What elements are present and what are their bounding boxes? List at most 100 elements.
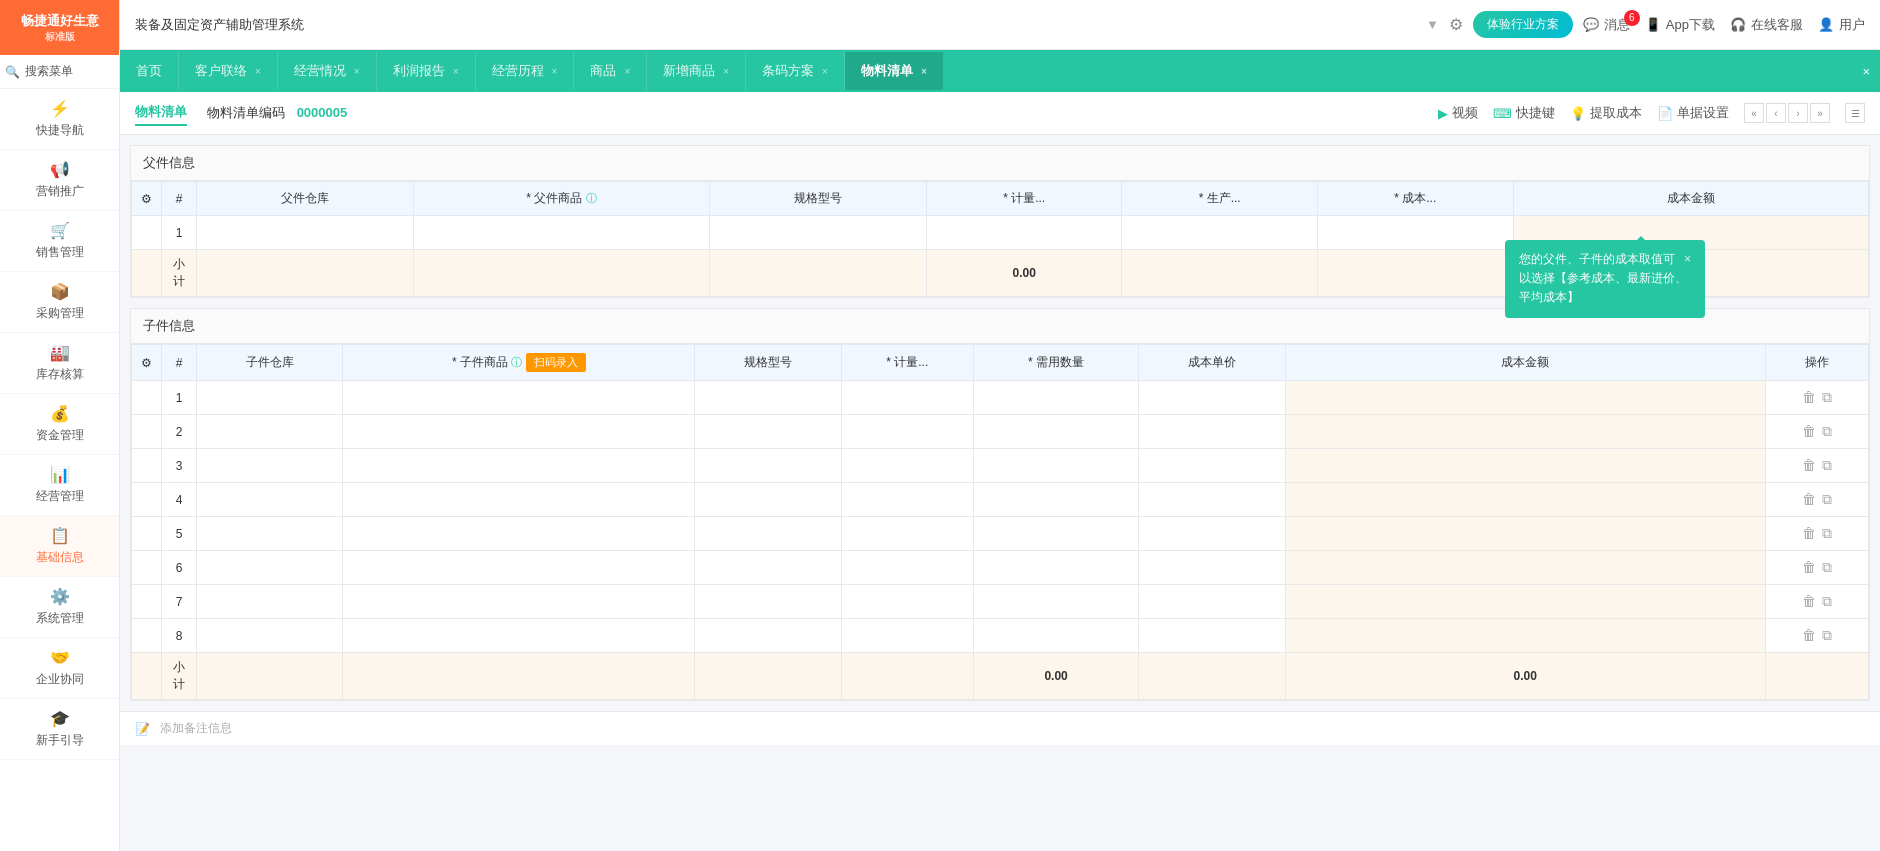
- tab-profit-close[interactable]: ×: [453, 66, 459, 77]
- child-row-unit-1[interactable]: [841, 415, 973, 449]
- message-group[interactable]: 💬 6 消息: [1583, 16, 1630, 34]
- child-row-warehouse-0[interactable]: [197, 381, 343, 415]
- delete-icon-2[interactable]: 🗑: [1802, 457, 1816, 474]
- parent-row-production[interactable]: [1122, 216, 1318, 250]
- nav-prev-prev[interactable]: «: [1744, 103, 1764, 123]
- copy-icon-5[interactable]: ⧉: [1822, 559, 1832, 576]
- child-row-unit-7[interactable]: [841, 619, 973, 653]
- parent-row-unit[interactable]: [926, 216, 1122, 250]
- tab-bom[interactable]: 物料清单 ×: [845, 52, 944, 90]
- tab-operations-close[interactable]: ×: [354, 66, 360, 77]
- delete-icon-1[interactable]: 🗑: [1802, 423, 1816, 440]
- child-row-qty-4[interactable]: [973, 517, 1139, 551]
- child-row-unit-2[interactable]: [841, 449, 973, 483]
- delete-icon-0[interactable]: 🗑: [1802, 389, 1816, 406]
- tab-customer[interactable]: 客户联络 ×: [179, 52, 278, 90]
- tab-close-all[interactable]: ×: [1852, 64, 1880, 79]
- tab-new-goods[interactable]: 新增商品 ×: [647, 52, 746, 90]
- tab-operations[interactable]: 经营情况 ×: [278, 52, 377, 90]
- sidebar-item-basic-info[interactable]: 📋 基础信息: [0, 516, 119, 577]
- tab-home[interactable]: 首页: [120, 52, 179, 90]
- child-row-goods-6[interactable]: [343, 585, 695, 619]
- child-row-spec-4[interactable]: [695, 517, 841, 551]
- delete-icon-3[interactable]: 🗑: [1802, 491, 1816, 508]
- child-row-unit-3[interactable]: [841, 483, 973, 517]
- delete-icon-6[interactable]: 🗑: [1802, 593, 1816, 610]
- child-row-qty-0[interactable]: [973, 381, 1139, 415]
- child-row-spec-1[interactable]: [695, 415, 841, 449]
- tab-goods-close[interactable]: ×: [624, 66, 630, 77]
- child-row-warehouse-5[interactable]: [197, 551, 343, 585]
- delete-icon-5[interactable]: 🗑: [1802, 559, 1816, 576]
- child-row-qty-3[interactable]: [973, 483, 1139, 517]
- tab-profit[interactable]: 利润报告 ×: [377, 52, 476, 90]
- parent-row-goods[interactable]: [413, 216, 709, 250]
- copy-icon-1[interactable]: ⧉: [1822, 423, 1832, 440]
- sidebar-item-finance[interactable]: 💰 资金管理: [0, 394, 119, 455]
- view-video-btn[interactable]: ▶ 视频: [1438, 104, 1478, 122]
- child-row-qty-7[interactable]: [973, 619, 1139, 653]
- child-row-warehouse-3[interactable]: [197, 483, 343, 517]
- bottom-note[interactable]: 添加备注信息: [160, 720, 232, 737]
- tab-goods[interactable]: 商品 ×: [574, 52, 647, 90]
- child-row-goods-3[interactable]: [343, 483, 695, 517]
- copy-icon-3[interactable]: ⧉: [1822, 491, 1832, 508]
- copy-icon-6[interactable]: ⧉: [1822, 593, 1832, 610]
- child-row-warehouse-4[interactable]: [197, 517, 343, 551]
- tab-barcode[interactable]: 条码方案 ×: [746, 52, 845, 90]
- parent-row-warehouse[interactable]: [197, 216, 414, 250]
- tab-barcode-close[interactable]: ×: [822, 66, 828, 77]
- child-row-spec-6[interactable]: [695, 585, 841, 619]
- child-row-spec-2[interactable]: [695, 449, 841, 483]
- delete-icon-7[interactable]: 🗑: [1802, 627, 1816, 644]
- sidebar-item-purchase[interactable]: 📦 采购管理: [0, 272, 119, 333]
- tab-customer-close[interactable]: ×: [255, 66, 261, 77]
- child-row-spec-0[interactable]: [695, 381, 841, 415]
- child-row-warehouse-1[interactable]: [197, 415, 343, 449]
- sidebar-item-inventory[interactable]: 🏭 库存核算: [0, 333, 119, 394]
- child-row-unit-0[interactable]: [841, 381, 973, 415]
- child-row-spec-7[interactable]: [695, 619, 841, 653]
- child-row-goods-1[interactable]: [343, 415, 695, 449]
- child-row-goods-0[interactable]: [343, 381, 695, 415]
- child-row-warehouse-6[interactable]: [197, 585, 343, 619]
- child-row-qty-2[interactable]: [973, 449, 1139, 483]
- child-row-spec-3[interactable]: [695, 483, 841, 517]
- nav-next-next[interactable]: »: [1810, 103, 1830, 123]
- shortcut-btn[interactable]: ⌨ 快捷键: [1493, 104, 1555, 122]
- nav-next[interactable]: ›: [1788, 103, 1808, 123]
- child-row-warehouse-2[interactable]: [197, 449, 343, 483]
- app-download-group[interactable]: 📱 App下载: [1645, 16, 1715, 34]
- sidebar-item-system[interactable]: ⚙️ 系统管理: [0, 577, 119, 638]
- sidebar-item-sales[interactable]: 🛒 销售管理: [0, 211, 119, 272]
- sidebar-item-guide[interactable]: 🎓 新手引导: [0, 699, 119, 760]
- sidebar-item-marketing[interactable]: 📢 营销推广: [0, 150, 119, 211]
- child-row-qty-5[interactable]: [973, 551, 1139, 585]
- child-row-goods-5[interactable]: [343, 551, 695, 585]
- online-service-group[interactable]: 🎧 在线客服: [1730, 16, 1803, 34]
- tab-bom-close[interactable]: ×: [921, 66, 927, 77]
- delete-icon-4[interactable]: 🗑: [1802, 525, 1816, 542]
- parent-row-spec[interactable]: [710, 216, 927, 250]
- tooltip-close-btn[interactable]: ×: [1684, 250, 1691, 269]
- child-row-goods-4[interactable]: [343, 517, 695, 551]
- sub-tab-bom[interactable]: 物料清单: [135, 100, 187, 126]
- parent-row-cost[interactable]: [1317, 216, 1513, 250]
- sidebar-item-enterprise[interactable]: 🤝 企业协同: [0, 638, 119, 699]
- child-row-goods-2[interactable]: [343, 449, 695, 483]
- search-menu[interactable]: 🔍 搜索菜单: [0, 55, 119, 89]
- scan-btn[interactable]: 扫码录入: [526, 353, 586, 372]
- sidebar-item-quick-nav[interactable]: ⚡ 快捷导航: [0, 89, 119, 150]
- child-row-unit-6[interactable]: [841, 585, 973, 619]
- user-group[interactable]: 👤 用户: [1818, 16, 1865, 34]
- tab-history-close[interactable]: ×: [552, 66, 558, 77]
- nav-prev[interactable]: ‹: [1766, 103, 1786, 123]
- child-row-qty-6[interactable]: [973, 585, 1139, 619]
- extract-cost-btn[interactable]: 💡 提取成本: [1570, 104, 1642, 122]
- child-row-unit-4[interactable]: [841, 517, 973, 551]
- settings-icon[interactable]: ⚙: [1449, 15, 1463, 34]
- child-row-warehouse-7[interactable]: [197, 619, 343, 653]
- child-row-unit-5[interactable]: [841, 551, 973, 585]
- copy-icon-4[interactable]: ⧉: [1822, 525, 1832, 542]
- child-row-spec-5[interactable]: [695, 551, 841, 585]
